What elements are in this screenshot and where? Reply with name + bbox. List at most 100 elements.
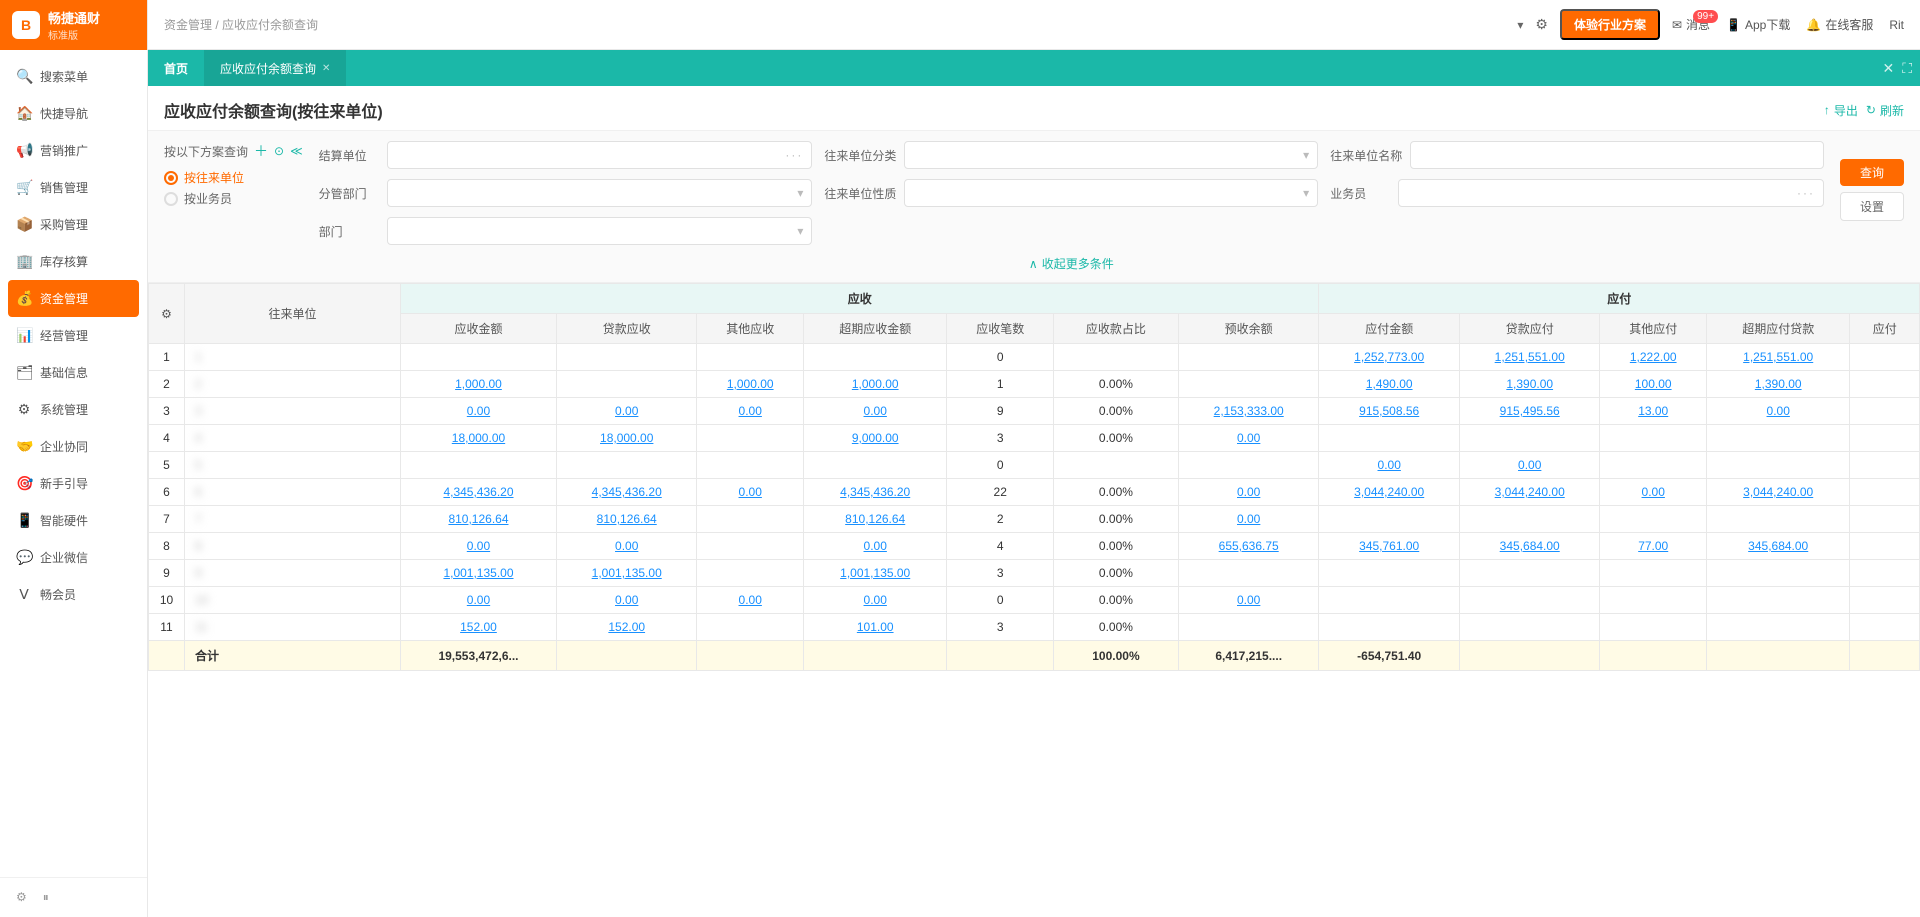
sidebar-item-coop[interactable]: 🤝 企业协同 [0,428,147,465]
row-cell-6[interactable]: 655,636.75 [1178,533,1319,560]
add-filter-icon[interactable]: ＋ [254,141,268,161]
user-menu[interactable]: Rit [1889,18,1904,32]
row-cell-6[interactable]: 0.00 [1178,506,1319,533]
collapse-button[interactable]: ∧ 收起更多条件 [1029,255,1114,272]
settings-icon[interactable]: ⚙ [16,890,27,905]
row-cell-3[interactable]: 810,126.64 [803,506,947,533]
partner-category-input[interactable]: ▾ [904,141,1318,169]
row-cell-2[interactable]: 1,000.00 [697,371,803,398]
row-cell-1[interactable]: 810,126.64 [556,506,697,533]
row-cell-2[interactable]: 0.00 [697,398,803,425]
row-cell-3[interactable]: 101.00 [803,614,947,641]
topbar-dropdown-icon[interactable]: ▾ [1517,18,1523,32]
jiesuan-unit-input[interactable]: ··· [387,141,813,169]
sidebar-item-finance[interactable]: 💰 资金管理 [8,280,139,317]
row-cell-0[interactable]: 0.00 [401,587,557,614]
tab-close-all-icon[interactable]: ✕ [1882,60,1894,77]
row-cell-0[interactable]: 152.00 [401,614,557,641]
app-download-button[interactable]: 📱 App下载 [1726,16,1790,33]
row-cell-10[interactable]: 0.00 [1706,398,1850,425]
row-cell-7[interactable]: 345,761.00 [1319,533,1460,560]
row-cell-8[interactable]: 0.00 [1459,452,1600,479]
row-cell-10[interactable]: 3,044,240.00 [1706,479,1850,506]
row-cell-0[interactable]: 0.00 [401,533,557,560]
filter-collapse-icon[interactable]: ≪ [290,144,303,158]
row-cell-3[interactable]: 1,000.00 [803,371,947,398]
row-cell-8[interactable]: 1,251,551.00 [1459,344,1600,371]
notice-button[interactable]: ✉ 消息 99+ [1672,16,1710,33]
sidebar-item-ops[interactable]: 📊 经营管理 [0,317,147,354]
row-cell-3[interactable]: 9,000.00 [803,425,947,452]
sidebar-item-member[interactable]: Ⅴ 畅会员 [0,576,147,613]
promo-button[interactable]: 体验行业方案 [1560,9,1660,40]
row-cell-3[interactable]: 0.00 [803,587,947,614]
sidebar-item-wechat[interactable]: 💬 企业微信 [0,539,147,576]
row-cell-1[interactable]: 1,001,135.00 [556,560,697,587]
tab-query[interactable]: 应收应付余额查询 ✕ [204,50,346,86]
refresh-button[interactable]: ↻ 刷新 [1866,102,1904,119]
row-cell-3[interactable]: 0.00 [803,533,947,560]
tab-home[interactable]: 首页 [148,50,204,86]
export-button[interactable]: ↑ 导出 [1824,102,1858,119]
partner-type-input[interactable]: ▾ [904,179,1318,207]
row-cell-2[interactable]: 0.00 [697,587,803,614]
sidebar-item-hardware[interactable]: 📱 智能硬件 [0,502,147,539]
topbar-gear-icon[interactable]: ⚙ [1535,16,1548,33]
row-cell-7[interactable]: 915,508.56 [1319,398,1460,425]
row-cell-3[interactable]: 1,001,135.00 [803,560,947,587]
row-cell-8[interactable]: 345,684.00 [1459,533,1600,560]
row-cell-7[interactable]: 0.00 [1319,452,1460,479]
row-cell-0[interactable]: 810,126.64 [401,506,557,533]
row-cell-10[interactable]: 1,251,551.00 [1706,344,1850,371]
row-cell-1[interactable]: 18,000.00 [556,425,697,452]
dept-input[interactable]: ▾ [387,179,813,207]
tab-close-icon[interactable]: ✕ [322,63,330,74]
row-cell-9[interactable]: 100.00 [1600,371,1706,398]
row-cell-7[interactable]: 3,044,240.00 [1319,479,1460,506]
row-cell-1[interactable]: 0.00 [556,587,697,614]
row-cell-1[interactable]: 0.00 [556,533,697,560]
online-service-button[interactable]: 🔔 在线客服 [1806,16,1873,33]
row-cell-0[interactable]: 0.00 [401,398,557,425]
sidebar-item-purchase[interactable]: 📦 采购管理 [0,206,147,243]
row-cell-7[interactable]: 1,252,773.00 [1319,344,1460,371]
sidebar-item-guide[interactable]: 🎯 新手引导 [0,465,147,502]
row-cell-1[interactable]: 0.00 [556,398,697,425]
partner-name-input[interactable] [1410,141,1824,169]
row-cell-0[interactable]: 1,000.00 [401,371,557,398]
row-cell-6[interactable]: 0.00 [1178,425,1319,452]
row-cell-6[interactable]: 0.00 [1178,479,1319,506]
row-cell-3[interactable]: 4,345,436.20 [803,479,947,506]
query-button[interactable]: 查询 [1840,159,1904,186]
collapse-icon[interactable]: ⏸ [43,890,49,905]
row-cell-8[interactable]: 3,044,240.00 [1459,479,1600,506]
row-cell-0[interactable]: 1,001,135.00 [401,560,557,587]
row-cell-0[interactable]: 4,345,436.20 [401,479,557,506]
row-cell-6[interactable]: 0.00 [1178,587,1319,614]
row-cell-3[interactable]: 0.00 [803,398,947,425]
row-cell-0[interactable]: 18,000.00 [401,425,557,452]
row-cell-8[interactable]: 1,390.00 [1459,371,1600,398]
sidebar-item-system[interactable]: ⚙ 系统管理 [0,391,147,428]
row-cell-9[interactable]: 0.00 [1600,479,1706,506]
row-cell-7[interactable]: 1,490.00 [1319,371,1460,398]
row-cell-6[interactable]: 2,153,333.00 [1178,398,1319,425]
query-option-by-partner[interactable]: 按往来单位 [164,169,303,186]
sidebar-item-quick[interactable]: 🏠 快捷导航 [0,95,147,132]
row-cell-2[interactable]: 0.00 [697,479,803,506]
row-cell-10[interactable]: 1,390.00 [1706,371,1850,398]
row-cell-8[interactable]: 915,495.56 [1459,398,1600,425]
tab-maximize-icon[interactable]: ⛶ [1902,60,1912,77]
filter-settings-icon[interactable]: ⊙ [274,144,284,158]
salesman-input[interactable]: ··· [1398,179,1824,207]
sidebar-item-marketing[interactable]: 📢 营销推广 [0,132,147,169]
sidebar-item-search[interactable]: 🔍 搜索菜单 [0,58,147,95]
setting-button[interactable]: 设置 [1840,192,1904,221]
row-cell-9[interactable]: 77.00 [1600,533,1706,560]
query-option-by-salesman[interactable]: 按业务员 [164,190,303,207]
row-cell-9[interactable]: 13.00 [1600,398,1706,425]
row-cell-1[interactable]: 4,345,436.20 [556,479,697,506]
row-cell-1[interactable]: 152.00 [556,614,697,641]
sidebar-item-basic[interactable]: 🗂 基础信息 [0,354,147,391]
row-cell-10[interactable]: 345,684.00 [1706,533,1850,560]
